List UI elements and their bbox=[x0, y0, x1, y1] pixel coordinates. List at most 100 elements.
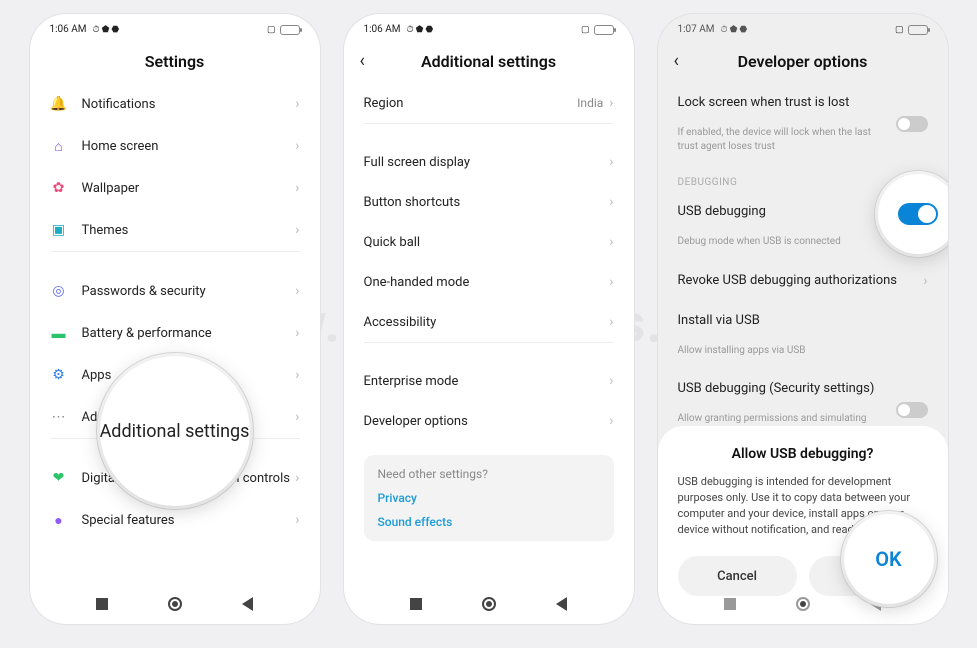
row-label: Full screen display bbox=[364, 155, 471, 170]
page-title: Settings bbox=[145, 52, 205, 71]
page-title: Developer options bbox=[738, 52, 868, 71]
chevron-right-icon: › bbox=[295, 325, 299, 341]
row-label: USB debugging bbox=[678, 204, 766, 219]
chevron-right-icon: › bbox=[609, 234, 613, 250]
battery-icon bbox=[908, 25, 928, 35]
row-label: Wallpaper bbox=[82, 181, 140, 196]
settings-row[interactable]: Full screen display› bbox=[364, 142, 614, 182]
settings-row[interactable]: Enterprise mode › bbox=[364, 361, 614, 401]
header: ‹ Additional settings bbox=[344, 39, 634, 83]
status-icons-left: ⏱⬟⬣ bbox=[405, 24, 434, 35]
row-icon: ✿ bbox=[50, 179, 68, 197]
settings-row[interactable]: ✿ Wallpaper › bbox=[50, 167, 300, 209]
chevron-right-icon: › bbox=[609, 373, 613, 389]
row-label: Region bbox=[364, 96, 404, 111]
phone-settings: 1:06 AM⏱⬟⬣ ▢ Settings 🔔Notifications›⌂Ho… bbox=[30, 14, 320, 624]
row-icon: ◎ bbox=[50, 282, 68, 300]
row-icon: ⋯ bbox=[50, 408, 68, 426]
nav-back-icon[interactable] bbox=[242, 597, 253, 611]
header: ‹ Developer options bbox=[658, 39, 948, 83]
toggle-usb-security[interactable] bbox=[896, 402, 928, 418]
row-sublabel: Debug mode when USB is connected bbox=[678, 235, 841, 249]
row-label: Install via USB bbox=[678, 313, 760, 328]
chevron-right-icon: › bbox=[295, 409, 299, 425]
settings-row[interactable]: ◎Passwords & security› bbox=[50, 270, 300, 312]
footer-link-sound-effects[interactable]: Sound effects bbox=[378, 515, 600, 529]
chevron-right-icon: › bbox=[609, 413, 613, 429]
chevron-right-icon: › bbox=[609, 95, 613, 111]
settings-row[interactable]: Quick ball › bbox=[364, 222, 614, 262]
status-time: 1:07 AM bbox=[678, 24, 715, 35]
settings-row[interactable]: ▬Battery & performance› bbox=[50, 312, 300, 354]
back-button[interactable]: ‹ bbox=[360, 51, 365, 72]
chevron-right-icon: › bbox=[923, 273, 927, 289]
status-icons-left: ⏱⬟⬣ bbox=[91, 24, 120, 35]
row-label: Lock screen when trust is lost bbox=[678, 95, 850, 110]
row-label: Enterprise mode bbox=[364, 374, 459, 389]
row-lock-screen-trust[interactable]: Lock screen when trust is lost If enable… bbox=[678, 83, 928, 165]
magnifier-ok-button: OK bbox=[844, 514, 934, 604]
battery-icon bbox=[594, 25, 614, 35]
row-icon: ⌂ bbox=[50, 137, 68, 155]
row-label: Developer options bbox=[364, 414, 468, 429]
row-icon: ▬ bbox=[50, 324, 68, 342]
nav-recents-icon[interactable] bbox=[96, 598, 108, 610]
row-icon: ▣ bbox=[50, 221, 68, 239]
row-label: Notifications bbox=[82, 97, 156, 112]
row-label: USB debugging (Security settings) bbox=[678, 381, 875, 396]
row-label: One-handed mode bbox=[364, 275, 470, 290]
row-label: Apps bbox=[82, 368, 112, 383]
magnified-text: Additional settings bbox=[100, 421, 250, 442]
status-signal-icon: ▢ bbox=[895, 25, 904, 35]
chevron-right-icon: › bbox=[295, 96, 299, 112]
row-install-via-usb[interactable]: Install via USB Allow installing apps vi… bbox=[678, 301, 928, 370]
page-title: Additional settings bbox=[421, 52, 556, 71]
footer-link-privacy[interactable]: Privacy bbox=[378, 491, 600, 505]
nav-recents-icon[interactable] bbox=[410, 598, 422, 610]
chevron-right-icon: › bbox=[295, 180, 299, 196]
row-label: Quick ball bbox=[364, 235, 421, 250]
nav-recents-icon[interactable] bbox=[724, 598, 736, 610]
row-region[interactable]: Region India› bbox=[364, 83, 614, 123]
settings-row[interactable]: 🔔Notifications› bbox=[50, 83, 300, 125]
status-time: 1:06 AM bbox=[50, 24, 87, 35]
chevron-right-icon: › bbox=[295, 367, 299, 383]
chevron-right-icon: › bbox=[609, 194, 613, 210]
row-icon: ❤ bbox=[50, 469, 68, 487]
settings-row[interactable]: One-handed mode› bbox=[364, 262, 614, 302]
row-label: Button shortcuts bbox=[364, 195, 461, 210]
chevron-right-icon: › bbox=[295, 470, 299, 486]
settings-row[interactable]: ⌂Home screen› bbox=[50, 125, 300, 167]
status-bar: 1:06 AM⏱⬟⬣ ▢ bbox=[344, 14, 634, 39]
phone-additional-settings: 1:06 AM⏱⬟⬣ ▢ ‹ Additional settings Regio… bbox=[344, 14, 634, 624]
settings-row[interactable]: Accessibility › bbox=[364, 302, 614, 342]
android-navbar bbox=[30, 584, 320, 624]
settings-row[interactable]: ▣Themes› bbox=[50, 209, 300, 251]
nav-home-icon[interactable] bbox=[482, 597, 496, 611]
row-label: Accessibility bbox=[364, 315, 437, 330]
phone-developer-options: 1:07 AM ⏱⬟⬣ ▢ ‹ Developer options Lock sc… bbox=[658, 14, 948, 624]
row-label: Revoke USB debugging authorizations bbox=[678, 273, 898, 288]
android-navbar bbox=[344, 584, 634, 624]
footer-question: Need other settings? bbox=[378, 467, 600, 481]
toggle-lock-trust[interactable] bbox=[896, 116, 928, 132]
row-sublabel: Allow installing apps via USB bbox=[678, 344, 806, 358]
row-icon: ● bbox=[50, 511, 68, 529]
row-label: Special features bbox=[82, 513, 175, 528]
chevron-right-icon: › bbox=[609, 314, 613, 330]
chevron-right-icon: › bbox=[295, 138, 299, 154]
toggle-on-icon bbox=[898, 203, 938, 225]
settings-row[interactable]: Developer options › bbox=[364, 401, 614, 441]
status-time: 1:06 AM bbox=[364, 24, 401, 35]
nav-home-icon[interactable] bbox=[168, 597, 182, 611]
nav-back-icon[interactable] bbox=[556, 597, 567, 611]
chevron-right-icon: › bbox=[295, 283, 299, 299]
status-icons-left: ⏱⬟⬣ bbox=[719, 24, 748, 35]
chevron-right-icon: › bbox=[295, 512, 299, 528]
settings-row[interactable]: Button shortcuts › bbox=[364, 182, 614, 222]
back-button[interactable]: ‹ bbox=[674, 51, 679, 72]
nav-home-icon[interactable] bbox=[796, 597, 810, 611]
status-bar: 1:07 AM ⏱⬟⬣ ▢ bbox=[658, 14, 948, 39]
dialog-title: Allow USB debugging? bbox=[678, 446, 928, 462]
row-revoke-usb[interactable]: Revoke USB debugging authorizations › bbox=[678, 261, 928, 301]
